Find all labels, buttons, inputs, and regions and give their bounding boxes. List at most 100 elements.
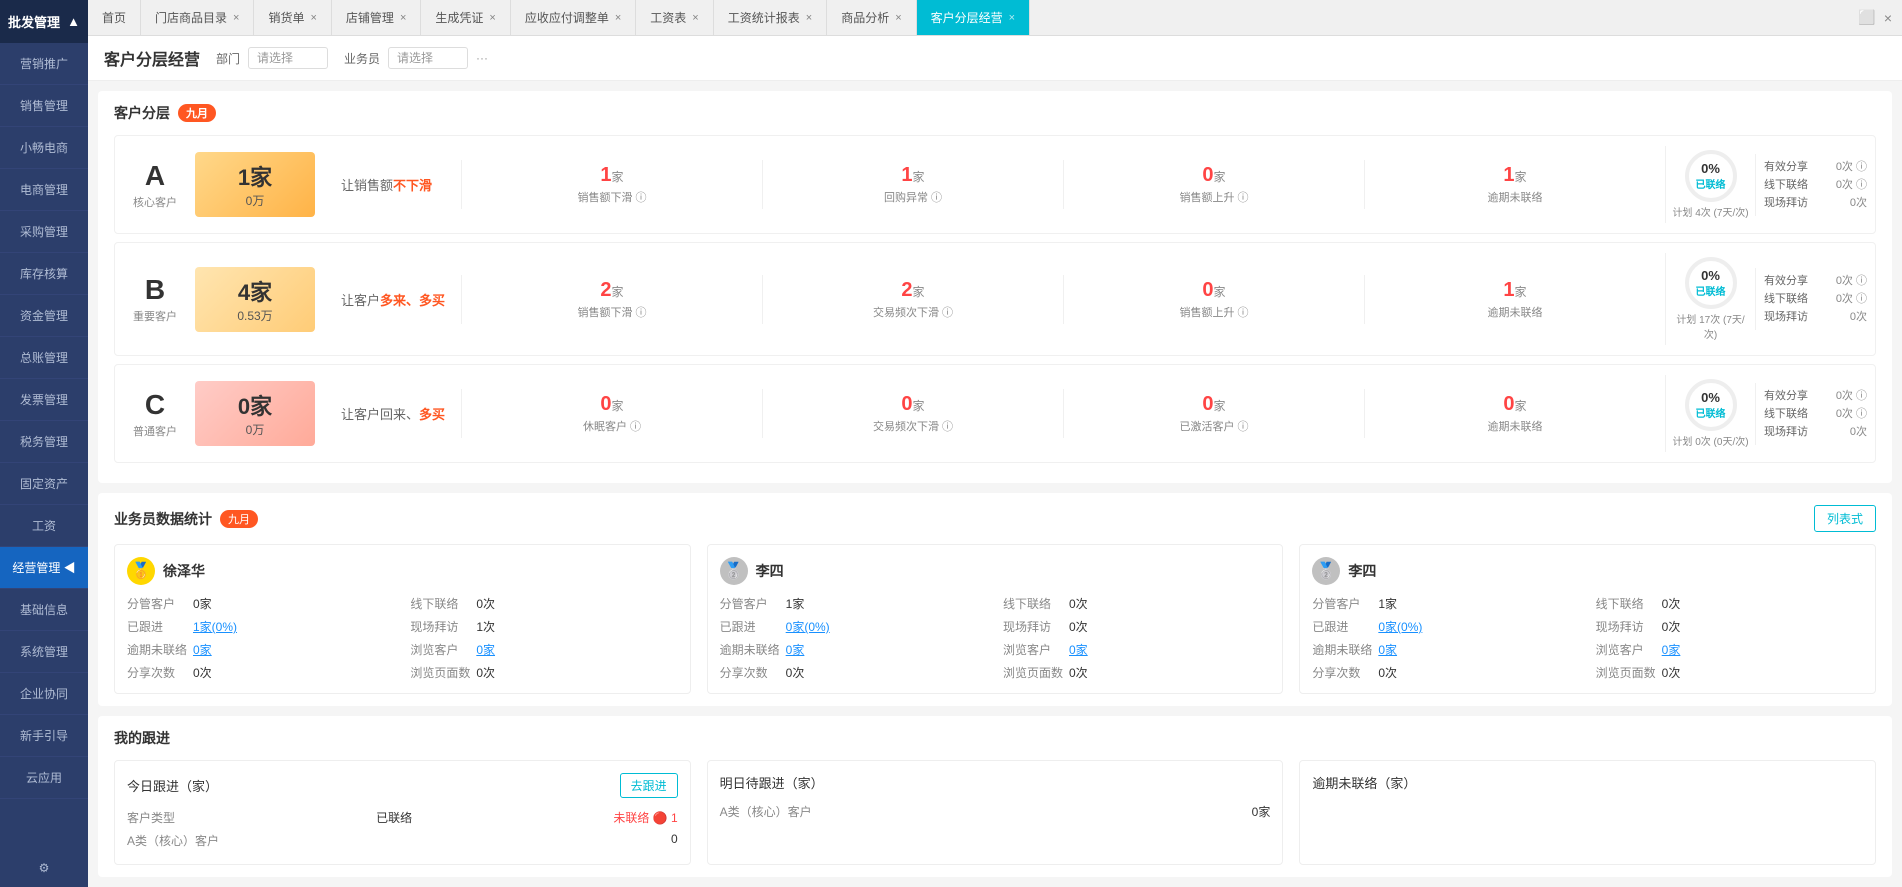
sidebar-item-sales[interactable]: 销售管理 (0, 85, 88, 127)
sidebar-item-cloud[interactable]: 云应用 (0, 757, 88, 799)
month-badge: 九月 (178, 104, 216, 122)
tier-row-c: C 普通客户 0家 0万 让客户回来、多买 0家 休眠客户 ⓘ 0家 (114, 364, 1876, 463)
sidebar-item-ecom[interactable]: 电商管理 (0, 169, 88, 211)
follow-card-overdue: 逾期未联络（家） (1299, 760, 1876, 865)
circle-b: 0% 已联络 计划 17次 (7天/次) (1665, 253, 1755, 345)
follow-title: 我的跟进 (114, 728, 1876, 748)
salesperson-select[interactable]: 请选择 (388, 47, 468, 69)
tab-product-analysis[interactable]: 商品分析 × (827, 0, 916, 35)
tab-store-manage[interactable]: 店铺管理 × (332, 0, 421, 35)
tab-close-icon[interactable]: × (692, 12, 698, 24)
metric-b-4: 1家 逾期未联络 (1364, 275, 1665, 324)
sidebar-item-salary[interactable]: 工资 (0, 505, 88, 547)
sidebar-item-ledger[interactable]: 总账管理 (0, 337, 88, 379)
tab-close-icon[interactable]: × (400, 12, 406, 24)
sidebar-item-system[interactable]: 系统管理 (0, 631, 88, 673)
sidebar-item-finance[interactable]: 资金管理 (0, 295, 88, 337)
follow-section: 我的跟进 今日跟进（家） 去跟进 客户类型 已联络 未联络 🔴 1 A类（核心）… (98, 716, 1892, 877)
biz-person-1: 🥈 李四 (720, 557, 1271, 585)
sidebar-item-invoice[interactable]: 发票管理 (0, 379, 88, 421)
metric-c-3: 0家 已激活客户 ⓘ (1063, 389, 1364, 438)
page-header: 客户分层经营 部门 请选择 业务员 请选择 ··· (88, 36, 1902, 81)
biz-header: 业务员数据统计 九月 列表式 (114, 505, 1876, 532)
biz-person-0: 🥇 徐泽华 (127, 557, 678, 585)
metric-c-2: 0家 交易频次下滑 ⓘ (762, 389, 1063, 438)
close-window-icon[interactable]: × (1884, 10, 1892, 26)
sidebar-arrow-icon: ◀ (64, 561, 76, 575)
list-view-button[interactable]: 列表式 (1814, 505, 1876, 532)
dept-select[interactable]: 请选择 (248, 47, 328, 69)
tier-metrics-a: 1家 销售额下滑 ⓘ 1家 回购异常 ⓘ 0家 销售额上升 ⓘ 1家 逾期未联络 (461, 160, 1665, 209)
more-options-icon[interactable]: ··· (476, 51, 488, 65)
tab-payroll[interactable]: 工资表 × (636, 0, 713, 35)
tab-adjustment[interactable]: 应收应付调整单 × (511, 0, 636, 35)
main-area: 首页 门店商品目录 × 销货单 × 店铺管理 × 生成凭证 × 应收应付调整单 … (88, 0, 1902, 887)
tab-close-icon[interactable]: × (806, 12, 812, 24)
biz-card-0: 🥇 徐泽华 分管客户 0家 线下联络 0次 已跟进 (114, 544, 691, 694)
metric-c-1: 0家 休眠客户 ⓘ (461, 389, 762, 438)
biz-month-badge: 九月 (220, 510, 258, 528)
tier-label-c: C 普通客户 (115, 389, 195, 439)
sidebar-item-tax[interactable]: 税务管理 (0, 421, 88, 463)
sidebar-item-collab[interactable]: 企业协同 (0, 673, 88, 715)
tab-close-icon[interactable]: × (233, 12, 239, 24)
metric-a-4: 1家 逾期未联络 (1364, 160, 1665, 209)
page-title: 客户分层经营 (104, 46, 200, 70)
tab-store-products[interactable]: 门店商品目录 × (141, 0, 254, 35)
biz-stat-overdue: 逾期未联络 0家 (127, 641, 394, 658)
biz-card-2: 🥈 李四 分管客户 1家 线下联络 0次 已跟进 (1299, 544, 1876, 694)
follow-row-tomorrow-a: A类（核心）客户 0家 (720, 800, 1271, 823)
gear-icon: ⚙ (39, 861, 50, 875)
metric-a-1: 1家 销售额下滑 ⓘ (461, 160, 762, 209)
biz-stat-visit: 现场拜访 1次 (410, 618, 677, 635)
tier-label-b: B 重要客户 (115, 274, 195, 324)
tab-close-icon[interactable]: × (615, 12, 621, 24)
dept-label: 部门 (216, 50, 240, 67)
tab-sales-order[interactable]: 销货单 × (254, 0, 331, 35)
follow-card-tomorrow: 明日待跟进（家） A类（核心）客户 0家 (707, 760, 1284, 865)
tab-close-icon[interactable]: × (489, 12, 495, 24)
sidebar-item-purchase[interactable]: 采购管理 (0, 211, 88, 253)
tab-voucher[interactable]: 生成凭证 × (421, 0, 510, 35)
maximize-icon[interactable]: ⬜ (1858, 9, 1875, 26)
sidebar-item-operations[interactable]: 经营管理 ◀ (0, 547, 88, 589)
tab-customer-tier[interactable]: 客户分层经营 × (917, 0, 1030, 35)
settings-button[interactable]: ⚙ (0, 849, 88, 887)
tier-row-a: A 核心客户 1家 0万 让销售额不下滑 1家 销售额下滑 ⓘ 1家 (114, 135, 1876, 234)
sidebar-item-assets[interactable]: 固定资产 (0, 463, 88, 505)
sidebar-item-basic[interactable]: 基础信息 (0, 589, 88, 631)
sidebar: 批发管理 ▲ 营销推广 销售管理 小畅电商 电商管理 采购管理 库存核算 资金管… (0, 0, 88, 887)
metric-b-3: 0家 销售额上升 ⓘ (1063, 275, 1364, 324)
sidebar-title: 批发管理 (8, 12, 60, 31)
tab-bar: 首页 门店商品目录 × 销货单 × 店铺管理 × 生成凭证 × 应收应付调整单 … (88, 0, 1902, 36)
side-stats-a: 有效分享0次 ⓘ 线下联络0次 ⓘ 现场拜访0次 (1755, 154, 1875, 216)
tab-home[interactable]: 首页 (88, 0, 141, 35)
follow-row-type: 客户类型 已联络 未联络 🔴 1 (127, 806, 678, 829)
salesperson-label: 业务员 (344, 50, 380, 67)
sidebar-item-inventory[interactable]: 库存核算 (0, 253, 88, 295)
biz-stat-followed: 已跟进 1家(0%) (127, 618, 394, 635)
metric-c-4: 0家 逾期未联络 (1364, 389, 1665, 438)
sidebar-item-ecom-small[interactable]: 小畅电商 (0, 127, 88, 169)
tab-close-icon[interactable]: × (310, 12, 316, 24)
tier-count-a: 1家 0万 (195, 152, 315, 217)
sidebar-item-marketing[interactable]: 营销推广 (0, 43, 88, 85)
section-title-tiers: 客户分层 九月 (114, 103, 1876, 123)
biz-stats-title: 业务员数据统计 (114, 509, 212, 529)
go-follow-button[interactable]: 去跟进 (620, 773, 678, 798)
circle-c: 0% 已联络 计划 0次 (0天/次) (1665, 375, 1755, 452)
tier-count-b: 4家 0.53万 (195, 267, 315, 332)
biz-stat-browse-cust: 浏览客户 0家 (410, 641, 677, 658)
customer-tier-section: 客户分层 九月 A 核心客户 1家 0万 让销售额不下滑 1家 (98, 91, 1892, 483)
tier-count-c: 0家 0万 (195, 381, 315, 446)
tab-payroll-report[interactable]: 工资统计报表 × (714, 0, 827, 35)
follow-card-today: 今日跟进（家） 去跟进 客户类型 已联络 未联络 🔴 1 A类（核心）客户 0 (114, 760, 691, 865)
tier-tag-a: 让销售额不下滑 (331, 175, 461, 194)
tab-close-icon[interactable]: × (1009, 12, 1015, 24)
sidebar-collapse-icon[interactable]: ▲ (67, 14, 80, 29)
sidebar-item-guide[interactable]: 新手引导 (0, 715, 88, 757)
sidebar-header[interactable]: 批发管理 ▲ (0, 0, 88, 43)
tab-close-icon[interactable]: × (895, 12, 901, 24)
gold-medal-icon: 🥇 (127, 557, 155, 585)
biz-stats-1: 分管客户 1家 线下联络 0次 已跟进 0家(0%) 现场拜访 (720, 595, 1271, 681)
